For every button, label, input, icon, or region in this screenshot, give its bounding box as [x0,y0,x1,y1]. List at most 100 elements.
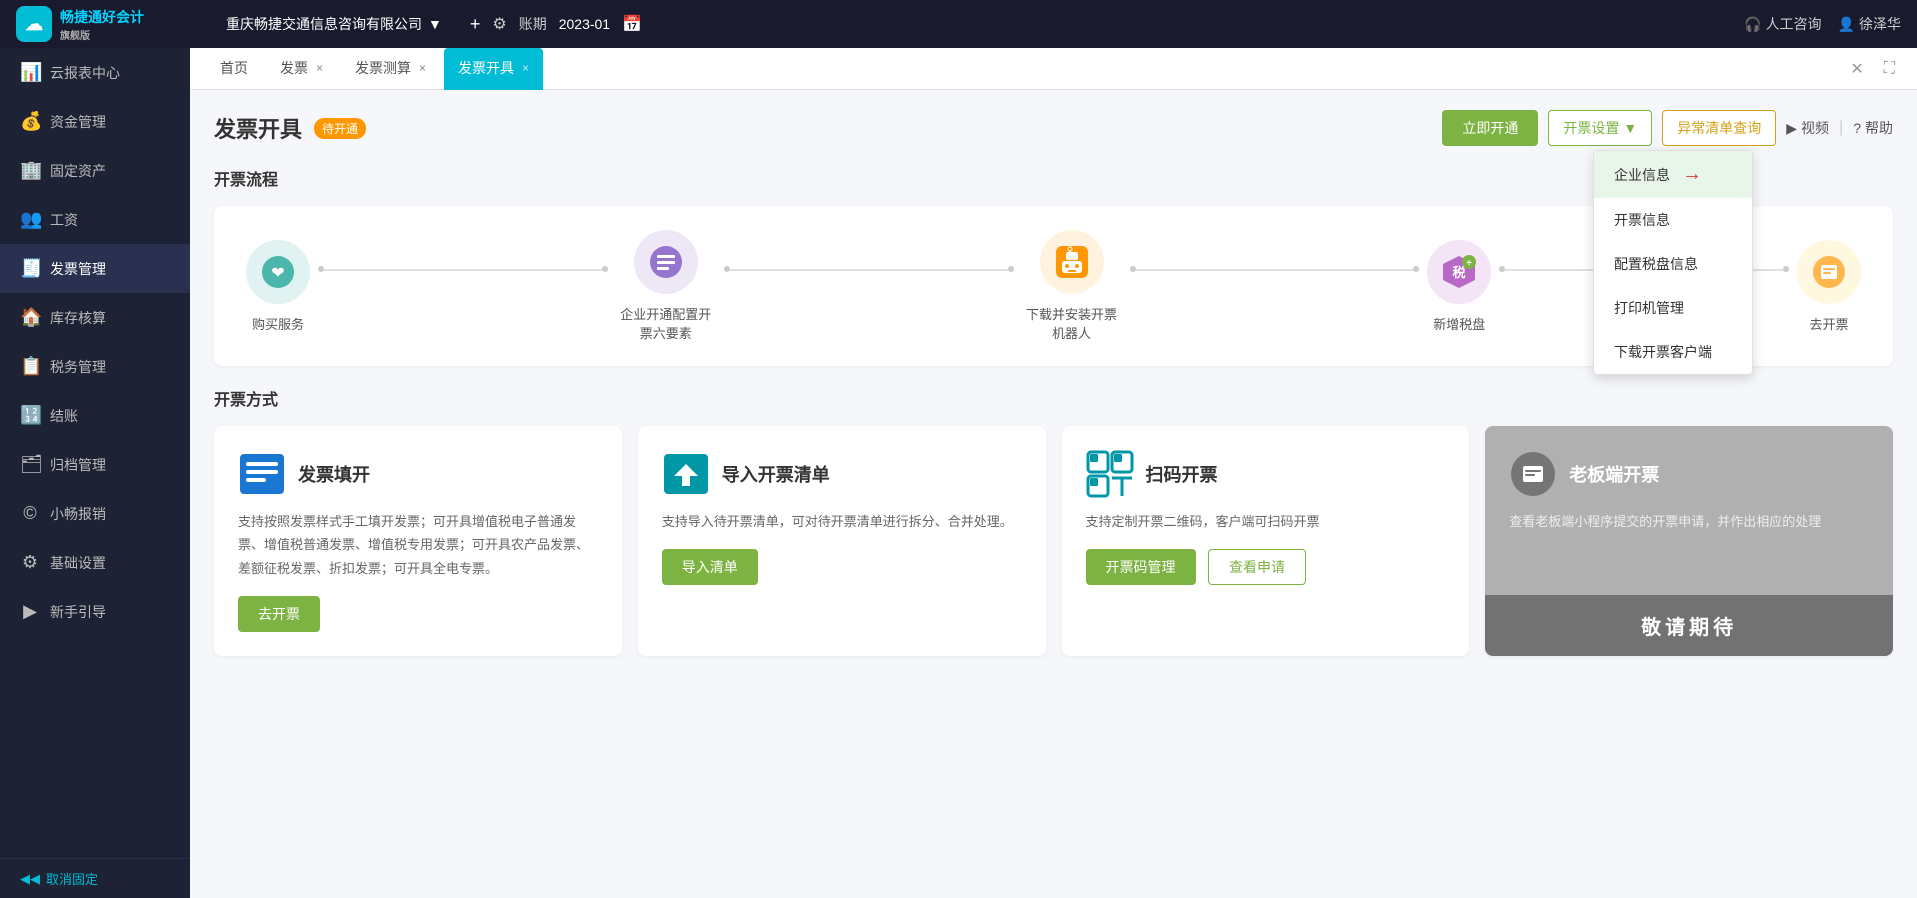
flow-step-buy-service: ❤ 购买服务 [246,240,310,333]
page-content: 发票开具 待开通 立即开通 开票设置 ▼ 异常清单查询 ▶ 视频 | [190,90,1917,898]
accounting-icon: 🔢 [20,405,40,426]
status-badge: 待开通 [314,118,366,139]
import-invoice-title: 导入开票清单 [722,461,830,487]
page-title-area: 发票开具 待开通 [214,112,366,144]
settings-icon[interactable]: ⚙ [492,14,506,34]
sidebar-item-inventory[interactable]: 🏠 库存核算 [0,293,190,342]
archive-mgmt-icon: 🗂 [20,454,40,475]
sidebar: 📊 云报表中心 💰 资金管理 🏢 固定资产 👥 工资 🧾 发票管理 🏠 [0,48,190,898]
tab-bar: 首页 发票 × 发票测算 × 发票开具 × ✕ ⛶ [190,48,1917,90]
company-name: 重庆畅捷交通信息咨询有限公司 [226,14,422,34]
tab-invoice-open[interactable]: 发票开具 × [444,48,543,90]
settings-dropdown: 企业信息 → 开票信息 配置税盘信息 打印机管理 下 [1593,150,1753,375]
sidebar-item-fixed-assets[interactable]: 🏢 固定资产 [0,146,190,195]
scan-invoice-header: 扫码开票 [1086,450,1446,498]
fill-invoice-icon [238,450,286,498]
fund-icon: 💰 [20,111,40,132]
consultant-button[interactable]: 🎧 人工咨询 [1744,14,1821,34]
svg-text:税: 税 [1453,265,1466,280]
video-button[interactable]: ▶ 视频 [1786,118,1829,138]
top-bar-right: 🎧 人工咨询 👤 徐泽华 [1744,14,1901,34]
user-avatar[interactable]: 👤 徐泽华 [1838,14,1901,34]
boss-invoice-desc: 查看老板端小程序提交的开票申请，并作出相应的处理 [1509,510,1869,533]
download-robot-label: 下载并安装开票机器人 [1022,304,1122,342]
help-label: 帮助 [1865,118,1893,138]
fixed-assets-icon: 🏢 [20,160,40,181]
sidebar-item-new-guide[interactable]: ▶ 新手引导 [0,587,190,636]
import-invoice-desc: 支持导入待开票清单，可对待开票清单进行拆分、合并处理。 [662,510,1022,533]
exception-list-button[interactable]: 异常清单查询 [1662,110,1776,146]
chevron-down-icon: ▼ [428,16,442,32]
method-card-import-invoice: 导入开票清单 支持导入待开票清单，可对待开票清单进行拆分、合并处理。 导入清单 [638,426,1046,656]
tab-invoice-open-close[interactable]: × [522,61,529,75]
sidebar-item-label: 税务管理 [50,357,106,377]
company-info-label: 企业信息 [1614,165,1670,185]
sidebar-item-tax-mgmt[interactable]: 📋 税务管理 [0,342,190,391]
method-card-fill-invoice: 发票填开 支持按照发票样式手工填开发票；可开具增值税电子普通发票、增值税普通发票… [214,426,622,656]
header-actions: 立即开通 开票设置 ▼ 异常清单查询 ▶ 视频 | ? 帮助 [1442,110,1893,146]
consultant-label: 人工咨询 [1766,14,1822,34]
tab-invoice-calc[interactable]: 发票测算 × [341,48,440,90]
flow-connector-3 [1130,269,1420,271]
boss-invoice-title: 老板端开票 [1569,461,1659,487]
printer-mgmt-label: 打印机管理 [1614,298,1684,318]
tax-mgmt-icon: 📋 [20,356,40,377]
video-label: 视频 [1801,118,1829,138]
plus-button[interactable]: + [470,14,481,35]
methods-grid: 发票填开 支持按照发票样式手工填开发票；可开具增值税电子普通发票、增值税普通发票… [214,426,1893,656]
immediate-open-button[interactable]: 立即开通 [1442,110,1538,146]
headset-icon: 🎧 [1744,16,1761,33]
fill-invoice-button[interactable]: 去开票 [238,596,320,632]
sidebar-item-archive-mgmt[interactable]: 🗂 归档管理 [0,440,190,489]
sidebar-item-invoice-mgmt[interactable]: 🧾 发票管理 [0,244,190,293]
tab-home[interactable]: 首页 [206,48,262,90]
tab-expand-button[interactable]: ⛶ [1878,58,1901,80]
dropdown-download-client[interactable]: 下载开票客户端 [1594,330,1752,374]
sidebar-item-accounting[interactable]: 🔢 结账 [0,391,190,440]
sidebar-cancel-fixed[interactable]: ◀◀ 取消固定 [0,858,190,898]
sidebar-item-fund-mgmt[interactable]: 💰 资金管理 [0,97,190,146]
fill-invoice-header: 发票填开 [238,450,598,498]
view-application-button[interactable]: 查看申请 [1208,549,1306,585]
dropdown-company-info[interactable]: 企业信息 → [1594,151,1752,198]
download-robot-icon [1040,230,1104,294]
import-list-button[interactable]: 导入清单 [662,549,758,585]
add-tax-disk-icon: 税 + [1427,240,1491,304]
dropdown-tax-disk-config[interactable]: 配置税盘信息 [1594,242,1752,286]
sidebar-item-basic-settings[interactable]: ⚙ 基础设置 [0,538,190,587]
sidebar-item-label: 发票管理 [50,259,106,279]
content-area: 首页 发票 × 发票测算 × 发票开具 × ✕ ⛶ [190,48,1917,898]
download-client-label: 下载开票客户端 [1614,342,1712,362]
dropdown-printer-mgmt[interactable]: 打印机管理 [1594,286,1752,330]
logo-icon: ☁ [16,6,52,42]
sidebar-item-label: 结账 [50,406,78,426]
invoice-settings-button[interactable]: 开票设置 ▼ [1548,110,1652,146]
sidebar-item-salary[interactable]: 👥 工资 [0,195,190,244]
flow-step-go-invoice: 去开票 [1797,240,1861,333]
tab-invoice[interactable]: 发票 × [266,48,337,90]
tab-invoice-calc-close[interactable]: × [419,61,426,75]
sidebar-item-cloud-report[interactable]: 📊 云报表中心 [0,48,190,97]
logo-sub: 旗舰版 [60,27,144,42]
scan-invoice-desc: 支持定制开票二维码，客户端可扫码开票 [1086,510,1446,533]
dropdown-invoice-info[interactable]: 开票信息 [1594,198,1752,242]
add-tax-disk-label: 新增税盘 [1433,314,1485,333]
tab-invoice-label: 发票 [280,58,308,78]
tab-close-button[interactable]: ✕ [1844,57,1869,81]
invoice-code-mgmt-button[interactable]: 开票码管理 [1086,549,1196,585]
flow-connector-2 [724,269,1014,271]
tab-invoice-calc-label: 发票测算 [355,58,411,78]
calendar-icon[interactable]: 📅 [622,14,642,34]
sidebar-item-report-sales[interactable]: © 小畅报销 [0,489,190,538]
config-enterprise-icon [634,230,698,294]
help-button[interactable]: ? 帮助 [1853,118,1893,138]
company-selector[interactable]: 重庆畅捷交通信息咨询有限公司 ▼ [218,10,450,38]
flow-step-download-robot: 下载并安装开票机器人 [1022,230,1122,342]
flow-step-config-enterprise: 企业开通配置开票六要素 [616,230,716,342]
sidebar-item-label: 资金管理 [50,112,106,132]
tab-invoice-close[interactable]: × [316,61,323,75]
top-bar-center: + ⚙ 账期 2023-01 📅 [470,14,642,35]
divider: | [1839,119,1843,137]
svg-text:+: + [1466,258,1472,269]
logo-text: 畅捷通好会计 旗舰版 [60,7,144,42]
